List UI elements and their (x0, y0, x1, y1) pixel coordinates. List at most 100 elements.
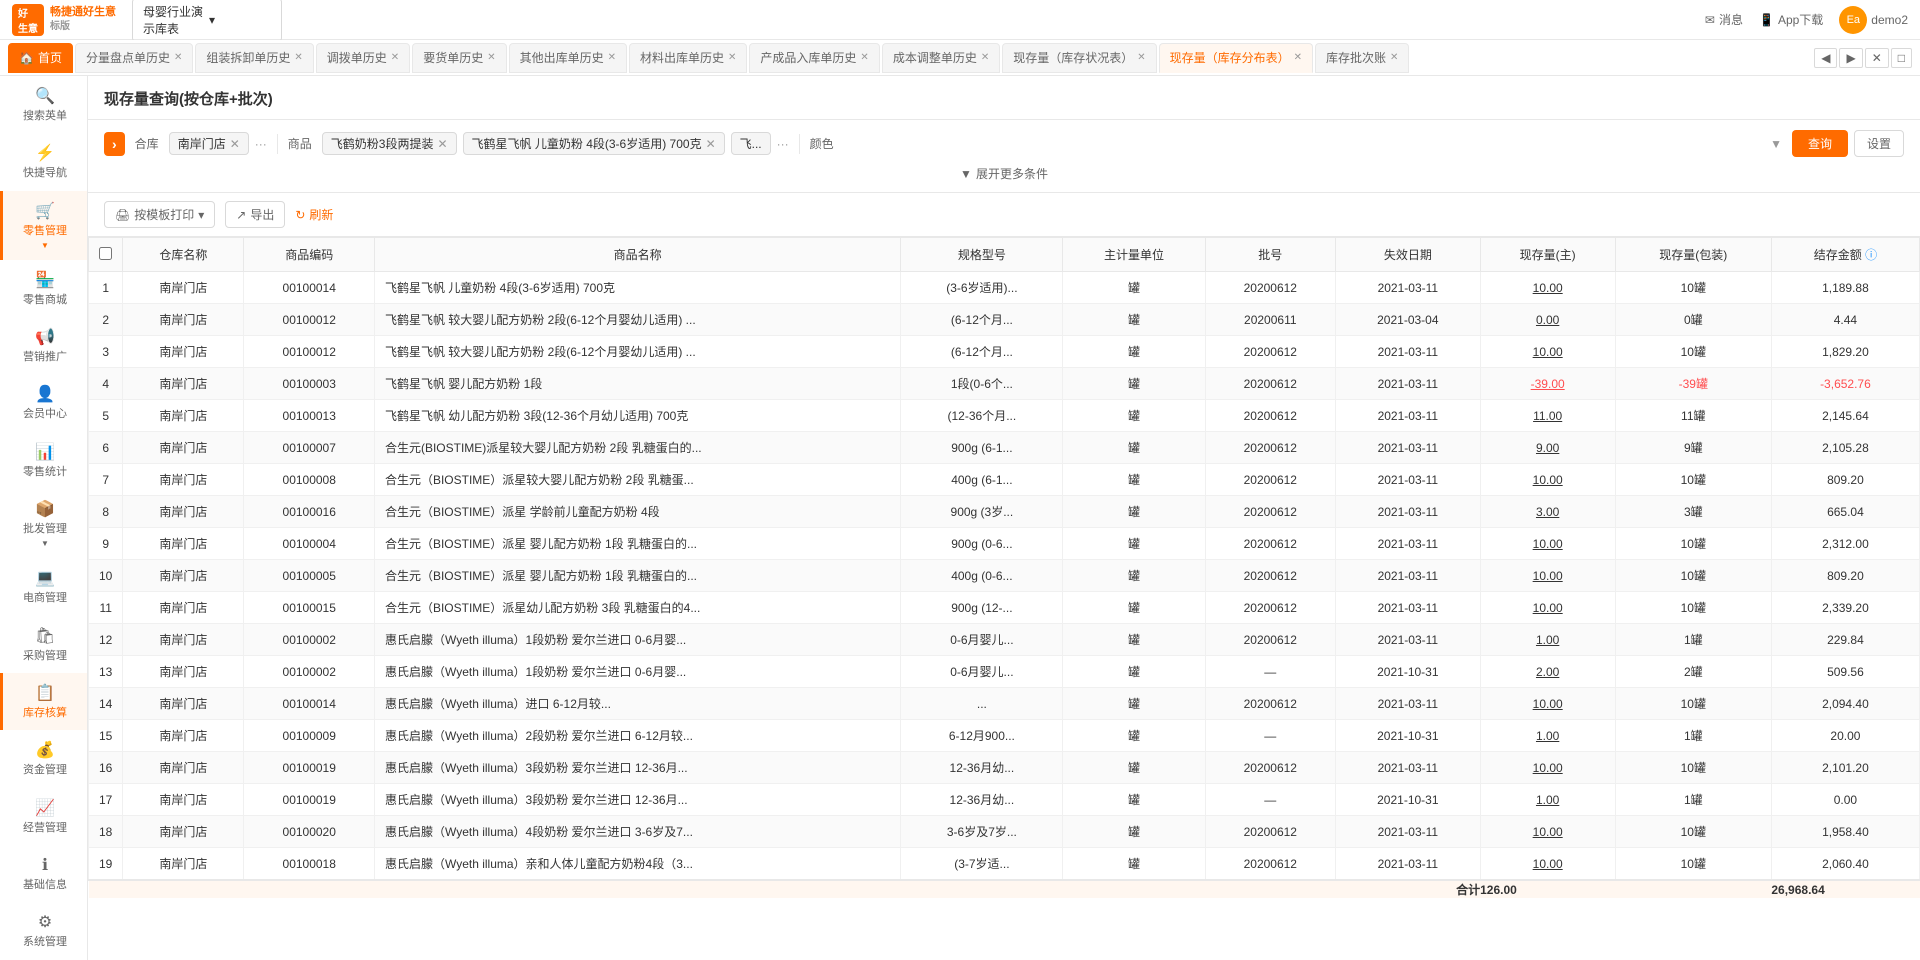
sidebar-item-system[interactable]: ⚙ 系统管理 (0, 902, 87, 959)
row-warehouse: 南岸门店 (123, 304, 244, 336)
tab-close-icon[interactable]: ✕ (1390, 52, 1398, 63)
sidebar-item-shortcut[interactable]: ⚡ 快捷导航 (0, 133, 87, 190)
remove-warehouse-tag[interactable]: ✕ (230, 137, 240, 151)
row-balance: 665.04 (1771, 496, 1919, 528)
sidebar-item-label: 库存核算 (23, 706, 67, 720)
refresh-button[interactable]: ↻ 刷新 (295, 206, 333, 223)
tab-close-icon[interactable]: ✕ (728, 52, 736, 63)
row-expire: 2021-03-11 (1336, 400, 1481, 432)
row-stock-main[interactable]: 1.00 (1480, 720, 1615, 752)
col-checkbox[interactable] (89, 238, 123, 272)
sidebar-item-operation[interactable]: 📈 经营管理 (0, 788, 87, 845)
remove-product-tag-1[interactable]: ✕ (437, 137, 447, 151)
row-unit: 罐 (1063, 784, 1205, 816)
row-stock-main[interactable]: 10.00 (1480, 528, 1615, 560)
row-stock-main[interactable]: 10.00 (1480, 560, 1615, 592)
row-stock-main[interactable]: 10.00 (1480, 272, 1615, 304)
table-row: 12 南岸门店 00100002 惠氏启朦（Wyeth illuma）1段奶粉 … (89, 624, 1920, 656)
app-download-button[interactable]: 📱 App下载 (1759, 11, 1823, 28)
tab-home[interactable]: 🏠 首页 (8, 43, 73, 73)
tab-prev-button[interactable]: ◀ (1814, 48, 1837, 68)
row-stock-main[interactable]: 10.00 (1480, 688, 1615, 720)
messages-button[interactable]: ✉ 消息 (1705, 11, 1743, 28)
tab-product-in[interactable]: 产成品入库单历史 ✕ (749, 43, 879, 73)
refresh-icon: ↻ (295, 208, 305, 222)
tab-disassemble[interactable]: 组装拆卸单历史 ✕ (195, 43, 313, 73)
select-all-checkbox[interactable] (99, 247, 112, 260)
store-selector[interactable]: 母婴行业演示库表 ▾ (132, 0, 282, 42)
tab-close-all-button[interactable]: ✕ (1865, 48, 1889, 68)
print-dropdown-icon[interactable]: ▾ (198, 208, 204, 222)
operation-icon: 📈 (35, 798, 55, 818)
settings-button[interactable]: 设置 (1854, 130, 1904, 157)
filter-more-icon[interactable]: ··· (255, 137, 267, 151)
tab-allocate[interactable]: 调拨单历史 ✕ (316, 43, 410, 73)
tab-other-out[interactable]: 其他出库单历史 ✕ (509, 43, 627, 73)
filter-divider-2 (799, 134, 800, 154)
row-stock-main[interactable]: 1.00 (1480, 784, 1615, 816)
collapse-icon[interactable]: ▼ (1770, 137, 1782, 151)
sidebar-item-inventory[interactable]: 📋 库存核算 (0, 673, 87, 730)
tab-stock-dist[interactable]: 现存量（库存分布表） ✕ (1159, 43, 1313, 73)
tab-close-icon[interactable]: ✕ (608, 52, 616, 63)
row-name: 惠氏启朦（Wyeth illuma）亲和人体儿童配方奶粉4段（3... (374, 848, 900, 881)
row-unit: 罐 (1063, 656, 1205, 688)
row-stock-main[interactable]: 10.00 (1480, 592, 1615, 624)
tab-close-icon[interactable]: ✕ (1294, 52, 1302, 63)
row-stock-main[interactable]: 0.00 (1480, 304, 1615, 336)
expand-filter-button[interactable]: › (104, 132, 125, 156)
row-stock-main[interactable]: 10.00 (1480, 816, 1615, 848)
chevron-icon: ▼ (41, 539, 49, 548)
tab-close-icon[interactable]: ✕ (391, 52, 399, 63)
row-stock-main[interactable]: 11.00 (1480, 400, 1615, 432)
row-code: 00100012 (244, 336, 375, 368)
tab-split[interactable]: 分量盘点单历史 ✕ (75, 43, 193, 73)
sidebar-item-member[interactable]: 👤 会员中心 (0, 374, 87, 431)
row-stock-main[interactable]: 2.00 (1480, 656, 1615, 688)
query-button[interactable]: 查询 (1792, 130, 1848, 157)
sidebar-item-ecommerce[interactable]: 💻 电商管理 (0, 558, 87, 615)
tab-close-icon[interactable]: ✕ (174, 52, 182, 63)
row-stock-main[interactable]: 10.00 (1480, 464, 1615, 496)
tab-close-icon[interactable]: ✕ (860, 52, 868, 63)
row-stock-main[interactable]: -39.00 (1480, 368, 1615, 400)
row-batch: 20200612 (1205, 848, 1336, 881)
tab-close-icon[interactable]: ✕ (487, 52, 495, 63)
tab-next-button[interactable]: ▶ (1839, 48, 1862, 68)
tab-material-out[interactable]: 材料出库单历史 ✕ (629, 43, 747, 73)
row-stock-main[interactable]: 9.00 (1480, 432, 1615, 464)
tab-stock-status[interactable]: 现存量（库存状况表） ✕ (1002, 43, 1156, 73)
col-name: 商品名称 (374, 238, 900, 272)
sidebar-item-retail-shop[interactable]: 🏪 零售商城 (0, 260, 87, 317)
tab-cost-adj[interactable]: 成本调整单历史 ✕ (882, 43, 1000, 73)
remove-product-tag-2[interactable]: ✕ (706, 137, 716, 151)
expand-more-row[interactable]: ▼ 展开更多条件 (104, 165, 1904, 182)
row-stock-main[interactable]: 1.00 (1480, 624, 1615, 656)
row-stock-main[interactable]: 3.00 (1480, 496, 1615, 528)
sidebar-item-search[interactable]: 🔍 搜索英单 (0, 76, 87, 133)
tab-close-icon[interactable]: ✕ (294, 52, 302, 63)
print-button[interactable]: 🖨 按模板打印 ▾ (104, 201, 215, 228)
sidebar-item-marketing[interactable]: 📢 营销推广 (0, 317, 87, 374)
balance-info-icon[interactable]: ⓘ (1865, 248, 1877, 262)
row-warehouse: 南岸门店 (123, 496, 244, 528)
row-stock-main[interactable]: 10.00 (1480, 848, 1615, 881)
tab-maximize-button[interactable]: □ (1891, 48, 1912, 68)
tab-batch-ledger[interactable]: 库存批次账 ✕ (1315, 43, 1409, 73)
sidebar-item-purchase[interactable]: 🛍 采购管理 (0, 616, 87, 673)
product-filter-more[interactable]: ··· (777, 137, 789, 151)
user-avatar[interactable]: Ea demo2 (1839, 6, 1908, 34)
sidebar-item-basic[interactable]: ℹ 基础信息 (0, 845, 87, 902)
tab-close-icon[interactable]: ✕ (981, 52, 989, 63)
footer-balance: 26,968.64 (1771, 880, 1919, 898)
export-button[interactable]: ↗ 导出 (225, 201, 285, 228)
row-code: 00100018 (244, 848, 375, 881)
sidebar-item-retail-stats[interactable]: 📊 零售统计 (0, 432, 87, 489)
sidebar-item-retail-mgmt[interactable]: 🛒 零售管理 ▼ (0, 191, 87, 260)
row-stock-main[interactable]: 10.00 (1480, 752, 1615, 784)
sidebar-item-wholesale[interactable]: 📦 批发管理 ▼ (0, 489, 87, 558)
tab-require[interactable]: 要货单历史 ✕ (412, 43, 506, 73)
row-stock-main[interactable]: 10.00 (1480, 336, 1615, 368)
sidebar-item-finance[interactable]: 💰 资金管理 (0, 730, 87, 787)
tab-close-icon[interactable]: ✕ (1137, 52, 1145, 63)
